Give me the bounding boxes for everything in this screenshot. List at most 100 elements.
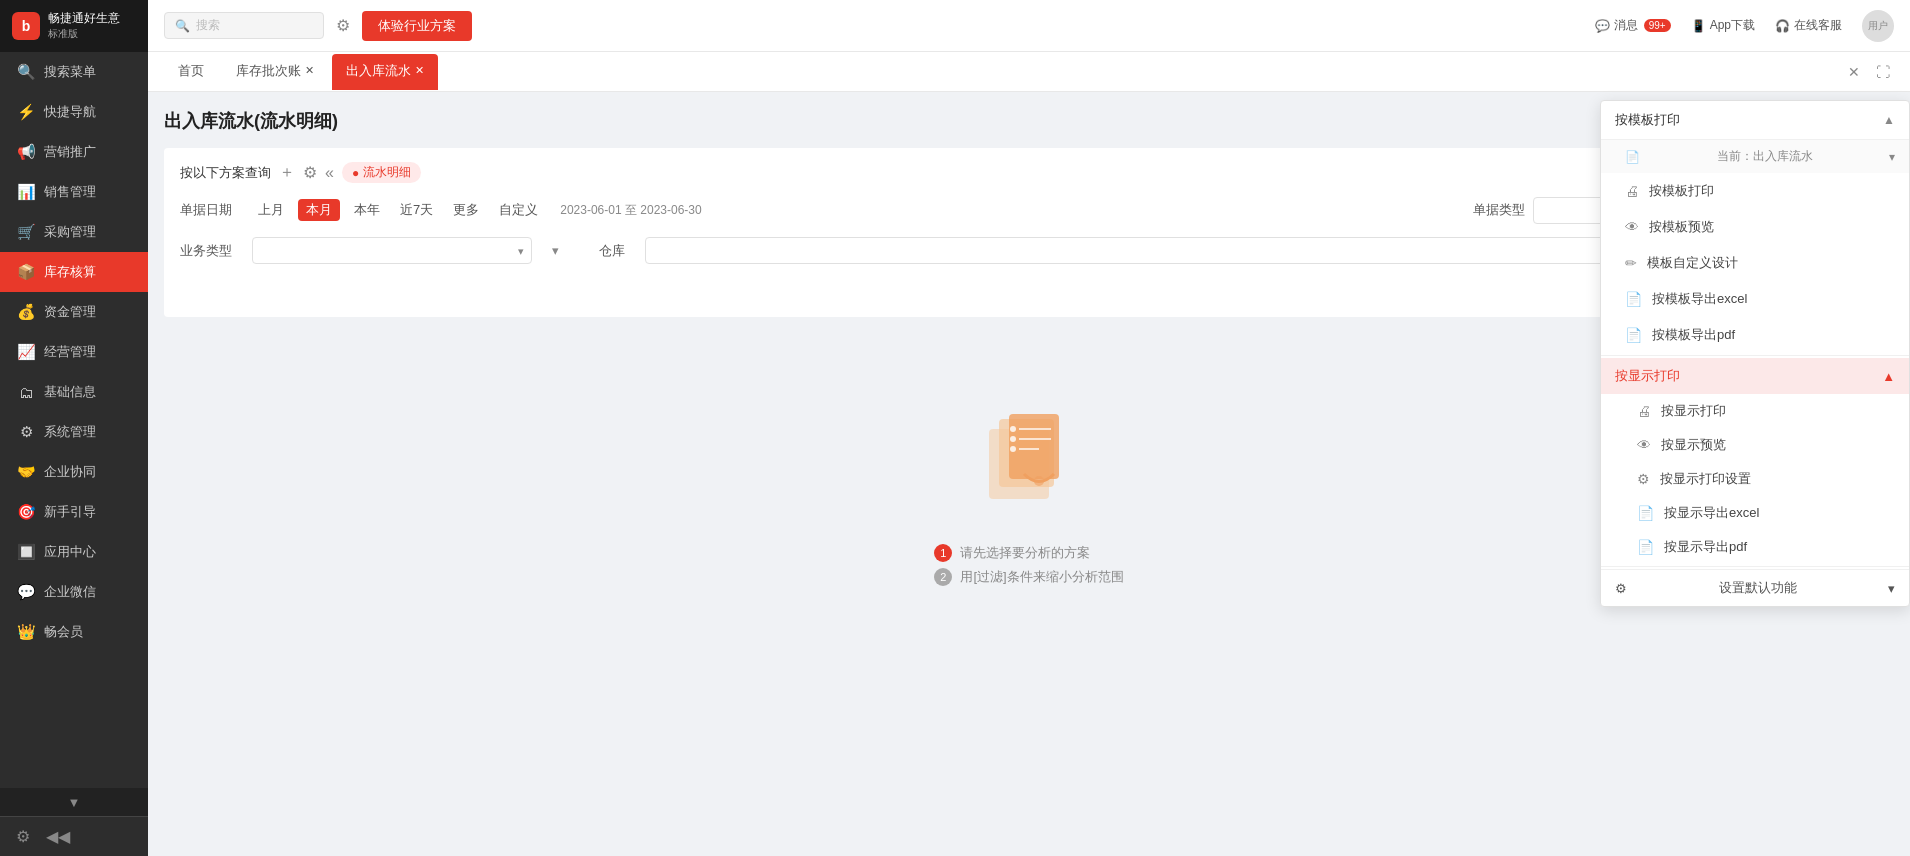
date-option-current-month[interactable]: 本月 xyxy=(298,199,340,221)
print-settings-display-item[interactable]: ⚙ 按显示打印设置 xyxy=(1601,462,1909,496)
filter-collapse-icon[interactable]: « xyxy=(325,164,334,182)
filter-settings-icon[interactable]: ⚙ xyxy=(303,163,317,182)
pencil-icon: ✏ xyxy=(1625,255,1637,271)
export-pdf-template-item[interactable]: 📄 按模板导出pdf xyxy=(1601,317,1909,353)
box-icon: 📦 xyxy=(16,263,36,281)
tab-flow-label: 出入库流水 xyxy=(346,62,411,80)
app-download-action[interactable]: 📱 App下载 xyxy=(1691,17,1755,34)
grid-icon: 🔲 xyxy=(16,543,36,561)
sidebar-item-guide[interactable]: 🎯 新手引导 xyxy=(0,492,148,532)
message-action[interactable]: 💬 消息 99+ xyxy=(1595,17,1671,34)
sidebar-item-label: 资金管理 xyxy=(44,303,96,321)
print-template-label: 按模板打印 xyxy=(1649,182,1714,200)
sidebar-item-search[interactable]: 🔍 搜索菜单 xyxy=(0,52,148,92)
target-icon: 🎯 xyxy=(16,503,36,521)
sales-icon: 📊 xyxy=(16,183,36,201)
export-pdf-display-label: 按显示导出pdf xyxy=(1664,538,1747,556)
print-display-item[interactable]: 🖨 按显示打印 xyxy=(1601,394,1909,428)
date-option-more[interactable]: 更多 xyxy=(447,199,485,221)
dropdown-footer[interactable]: ⚙ 设置默认功能 ▾ xyxy=(1601,569,1909,606)
page-title: 出入库流水(流水明细) xyxy=(164,109,338,133)
logo-icon: b xyxy=(12,12,40,40)
printer-icon: 🖨 xyxy=(1625,183,1639,199)
dropdown-header: 按模板打印 ▲ xyxy=(1601,101,1909,140)
tabbar-right: ✕ ⛶ xyxy=(1844,60,1894,84)
biz-type-select-wrap xyxy=(252,237,532,264)
sidebar-item-marketing[interactable]: 📢 营销推广 xyxy=(0,132,148,172)
biz-type-select[interactable] xyxy=(252,237,532,264)
sidebar-item-finance[interactable]: 💰 资金管理 xyxy=(0,292,148,332)
preview-display-label: 按显示预览 xyxy=(1661,436,1726,454)
empty-step-2: 2 用[过滤]条件来缩小分析范围 xyxy=(934,568,1123,586)
topbar: 🔍 搜索 ⚙ 体验行业方案 💬 消息 99+ 📱 App下载 🎧 在线客服 用户 xyxy=(148,0,1910,52)
tab-home[interactable]: 首页 xyxy=(164,54,218,90)
sidebar-item-basic[interactable]: 🗂 基础信息 xyxy=(0,372,148,412)
online-service-action[interactable]: 🎧 在线客服 xyxy=(1775,17,1842,34)
current-template-icon: 📄 xyxy=(1625,150,1640,164)
sidebar-item-wechat[interactable]: 💬 企业微信 xyxy=(0,572,148,612)
step-2-num: 2 xyxy=(934,568,952,586)
maximize-icon[interactable]: ⛶ xyxy=(1872,60,1894,84)
date-option-last-month[interactable]: 上月 xyxy=(252,199,290,221)
custom-design-item[interactable]: ✏ 模板自定义设计 xyxy=(1601,245,1909,281)
topbar-search-box[interactable]: 🔍 搜索 xyxy=(164,12,324,39)
export-excel-template-item[interactable]: 📄 按模板导出excel xyxy=(1601,281,1909,317)
cart-icon: 🛒 xyxy=(16,223,36,241)
filter-add-icon[interactable]: ＋ xyxy=(279,162,295,183)
filter-tag[interactable]: ● 流水明细 xyxy=(342,162,421,183)
sidebar-item-collab[interactable]: 🤝 企业协同 xyxy=(0,452,148,492)
dropdown-divider xyxy=(1601,355,1909,356)
online-service-label: 在线客服 xyxy=(1794,17,1842,34)
svg-point-6 xyxy=(1010,426,1016,432)
sidebar-item-operations[interactable]: 📈 经营管理 xyxy=(0,332,148,372)
gear-icon: ⚙ xyxy=(16,423,36,441)
phone-icon: 📱 xyxy=(1691,19,1706,33)
dropdown-scroll-up[interactable]: ▲ xyxy=(1883,113,1895,127)
printer-display-icon: 🖨 xyxy=(1637,403,1651,419)
sidebar-item-label: 基础信息 xyxy=(44,383,96,401)
sidebar-settings-icon[interactable]: ⚙ xyxy=(16,827,30,846)
sidebar-scroll-down[interactable]: ▼ xyxy=(0,788,148,816)
date-option-current-year[interactable]: 本年 xyxy=(348,199,386,221)
tab-batch-ledger[interactable]: 库存批次账 ✕ xyxy=(222,54,328,90)
step-2-text: 用[过滤]条件来缩小分析范围 xyxy=(960,568,1123,586)
sidebar-item-member[interactable]: 👑 畅会员 xyxy=(0,612,148,652)
tab-flow-close[interactable]: ✕ xyxy=(415,64,424,77)
chart-icon: 📈 xyxy=(16,343,36,361)
preview-template-item[interactable]: 👁 按模板预览 xyxy=(1601,209,1909,245)
sidebar-item-sales[interactable]: 📊 销售管理 xyxy=(0,172,148,212)
sidebar-collapse-icon[interactable]: ◀◀ xyxy=(46,827,70,846)
step-1-num: 1 xyxy=(934,544,952,562)
excel-icon: 📄 xyxy=(1625,291,1642,307)
tab-batch-ledger-label: 库存批次账 xyxy=(236,62,301,80)
wechat-icon: 💬 xyxy=(16,583,36,601)
search-placeholder: 搜索 xyxy=(196,17,220,34)
empty-step-1: 1 请先选择要分析的方案 xyxy=(934,544,1123,562)
dropdown-title: 按模板打印 xyxy=(1615,111,1680,129)
export-excel-display-item[interactable]: 📄 按显示导出excel xyxy=(1601,496,1909,530)
dropdown-footer-label: 设置默认功能 xyxy=(1719,579,1797,597)
industry-solution-button[interactable]: 体验行业方案 xyxy=(362,11,472,41)
export-pdf-display-item[interactable]: 📄 按显示导出pdf xyxy=(1601,530,1909,564)
sidebar-item-system[interactable]: ⚙ 系统管理 xyxy=(0,412,148,452)
print-template-item[interactable]: 🖨 按模板打印 xyxy=(1601,173,1909,209)
sidebar-item-purchase[interactable]: 🛒 采购管理 xyxy=(0,212,148,252)
pdf-icon: 📄 xyxy=(1625,327,1642,343)
expand-icon: ▲ xyxy=(1882,369,1895,384)
tab-flow[interactable]: 出入库流水 ✕ xyxy=(332,54,438,90)
biz-type-dropdown-icon: ▾ xyxy=(552,243,559,258)
preview-template-label: 按模板预览 xyxy=(1649,218,1714,236)
topbar-gear-icon[interactable]: ⚙ xyxy=(336,16,350,35)
sidebar-item-quick-nav[interactable]: ⚡ 快捷导航 xyxy=(0,92,148,132)
close-page-icon[interactable]: ✕ xyxy=(1844,60,1864,84)
user-avatar[interactable]: 用户 xyxy=(1862,10,1894,42)
display-section-header[interactable]: 按显示打印 ▲ xyxy=(1601,358,1909,394)
date-option-7days[interactable]: 近7天 xyxy=(394,199,439,221)
date-option-custom[interactable]: 自定义 xyxy=(493,199,544,221)
preview-display-item[interactable]: 👁 按显示预览 xyxy=(1601,428,1909,462)
svg-point-8 xyxy=(1010,446,1016,452)
export-excel-display-label: 按显示导出excel xyxy=(1664,504,1759,522)
sidebar-item-inventory[interactable]: 📦 库存核算 xyxy=(0,252,148,292)
sidebar-item-app-center[interactable]: 🔲 应用中心 xyxy=(0,532,148,572)
tab-batch-ledger-close[interactable]: ✕ xyxy=(305,64,314,77)
